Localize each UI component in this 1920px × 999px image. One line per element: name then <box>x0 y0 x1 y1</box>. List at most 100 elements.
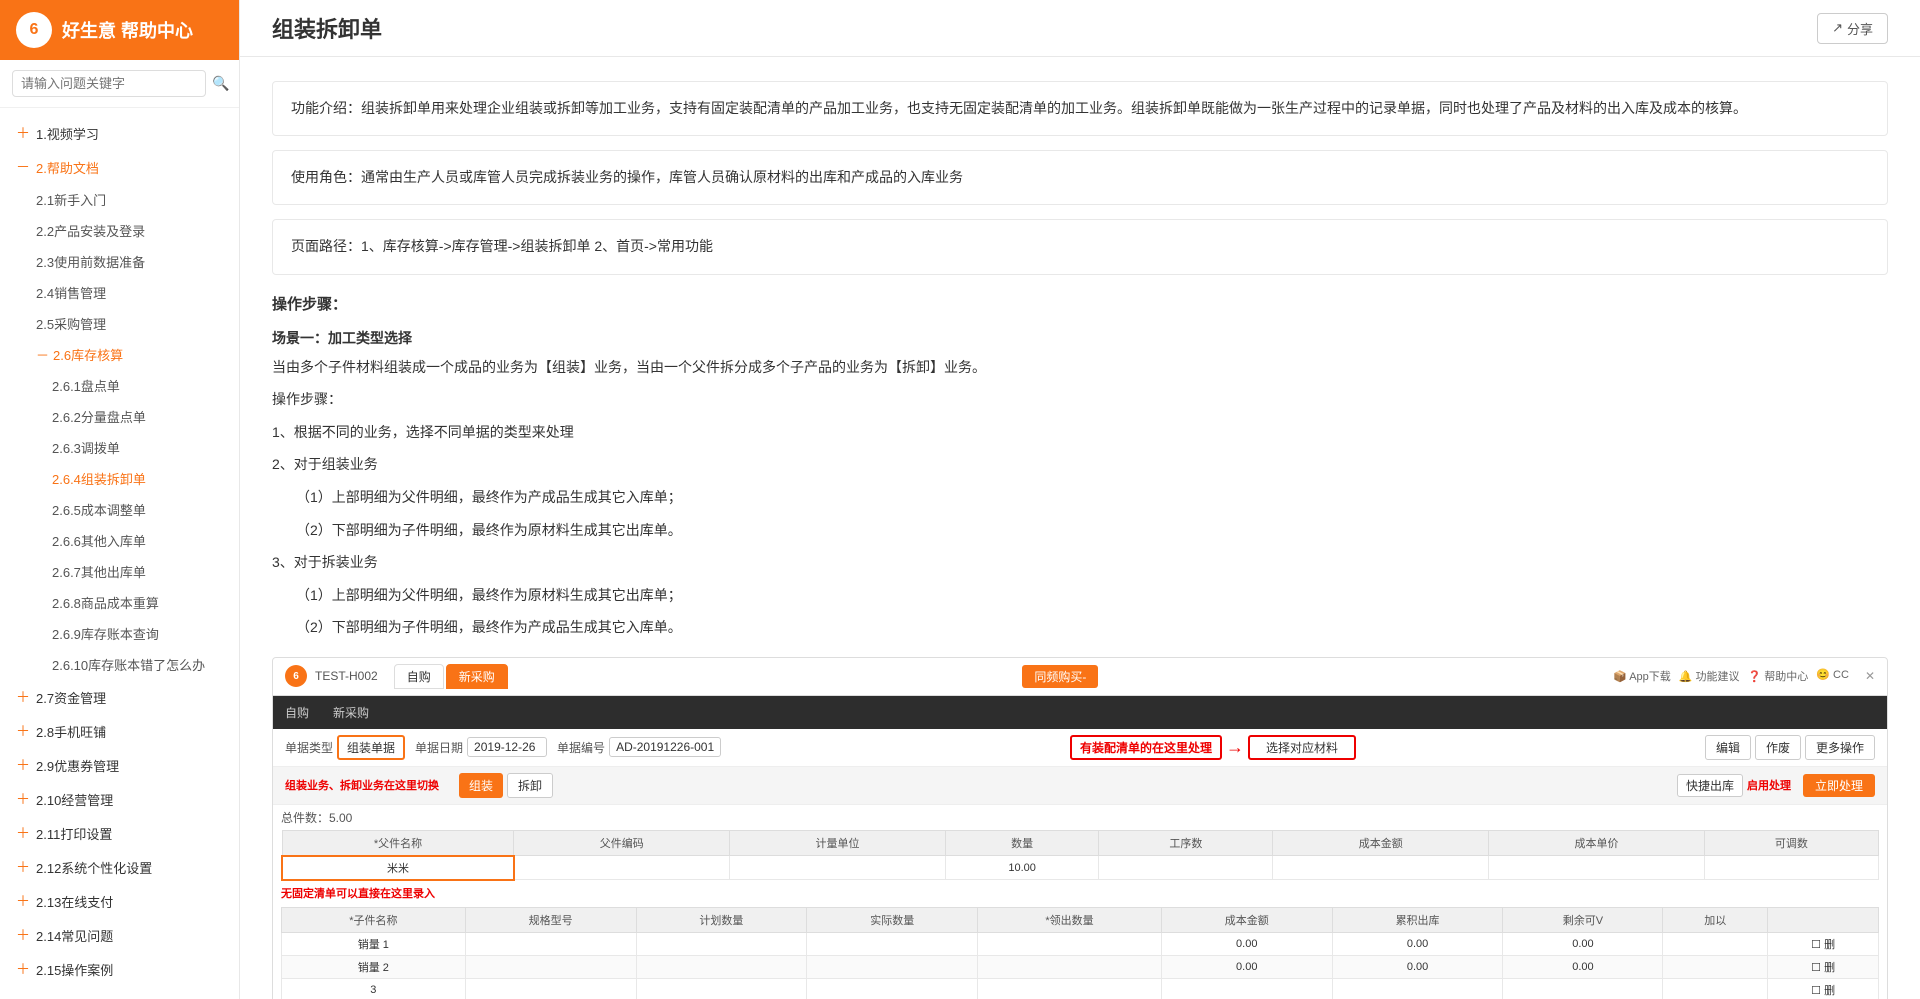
date-label: 单据日期 <box>415 739 463 756</box>
sidebar-item-newbie[interactable]: 2.1新手入门 <box>0 184 239 215</box>
app-nav-new[interactable]: 新采购 <box>321 700 381 725</box>
date-field: 单据日期 2019-12-26 <box>415 737 547 757</box>
step3-2: （2）下部明细为子件明细，最终作为产成品生成其它入库单。 <box>272 614 1888 641</box>
sidebar-item-faq[interactable]: ＋ 2.14常见问题 <box>0 918 239 952</box>
confirm-process-btn[interactable]: 立即处理 <box>1803 774 1875 797</box>
app-tab-autopurchase[interactable]: 自购 <box>394 664 444 689</box>
sidebar-nav: ＋ 1.视频学习 － 2.帮助文档 2.1新手入门 2.2产品安装及登录 2.3… <box>0 108 239 999</box>
plus-icon-mobile: ＋ <box>16 721 30 741</box>
annotation4-area: 无固定清单可以直接在这里录入 <box>273 885 1887 907</box>
sidebar-item-payment[interactable]: ＋ 2.13在线支付 <box>0 884 239 918</box>
sidebar-item-inventory[interactable]: － 2.6库存核算 <box>0 339 239 370</box>
sidebar-item-help[interactable]: － 2.帮助文档 <box>0 150 239 184</box>
lower-cell-2-1: 销量 2 <box>282 955 466 978</box>
edit-btn[interactable]: 编辑 <box>1705 735 1751 760</box>
sidebar-item-sales[interactable]: 2.4销售管理 <box>0 277 239 308</box>
lower-table-row-1: 销量 1 0.00 0.00 0.00 ☐ 删 <box>282 932 1879 955</box>
main-content: 功能介绍：组装拆卸单用来处理企业组装或拆卸等加工业务，支持有固定装配清单的产品加… <box>240 57 1920 999</box>
form-buttons: 编辑 作废 更多操作 <box>1705 735 1875 760</box>
ops-steps-label: 操作步骤： <box>272 386 1888 413</box>
bill-no-field: 单据编号 AD-20191226-001 <box>557 737 721 757</box>
upper-col-7: 成本单价 <box>1489 830 1705 856</box>
type-selector: 组装业务、拆卸业务在这里切换 <box>285 777 439 793</box>
sidebar-item-finance-label: 2.7资金管理 <box>36 688 106 707</box>
share-icon: ↗ <box>1832 20 1843 36</box>
intro-text: 组装拆卸单用来处理企业组装或拆卸等加工业务，支持有固定装配清单的产品加工业务，也… <box>361 100 1747 116</box>
intro-block: 功能介绍：组装拆卸单用来处理企业组装或拆卸等加工业务，支持有固定装配清单的产品加… <box>272 81 1888 136</box>
sidebar-item-cases[interactable]: ＋ 2.15操作案例 <box>0 952 239 986</box>
sidebar-item-goods-cost[interactable]: 2.6.8商品成本重算 <box>0 587 239 618</box>
upper-col-5: 工序数 <box>1099 830 1273 856</box>
sidebar-item-account-error[interactable]: 2.6.10库存账本错了怎么办 <box>0 649 239 680</box>
sidebar-item-adjust[interactable]: 2.6.3调拨单 <box>0 432 239 463</box>
sidebar-item-print[interactable]: ＋ 2.11打印设置 <box>0 816 239 850</box>
lower-col-6: 成本金额 <box>1161 907 1332 932</box>
step2-2: （2）下部明细为子件明细，最终作为原材料生成其它出库单。 <box>272 517 1888 544</box>
app-close-icon[interactable]: ✕ <box>1865 669 1875 683</box>
role-text: 通常由生产人员或库管人员完成拆装业务的操作，库管人员确认原材料的出库和产成品的入… <box>361 169 963 185</box>
bill-type-label: 单据类型 <box>285 739 333 756</box>
sidebar-item-purchase[interactable]: 2.5采购管理 <box>0 308 239 339</box>
disassemble-btn[interactable]: 拆卸 <box>507 773 553 798</box>
bill-type-value[interactable]: 组装单据 <box>337 735 405 760</box>
app-nav-home[interactable]: 自购 <box>273 700 321 725</box>
sidebar-item-personal-label: 2.12系统个性化设置 <box>36 858 152 877</box>
search-input[interactable] <box>12 70 206 97</box>
sidebar-item-install[interactable]: 2.2产品安装及登录 <box>0 215 239 246</box>
bill-no-value[interactable]: AD-20191226-001 <box>609 737 721 757</box>
lower-cell-1-5 <box>978 932 1162 955</box>
lower-table: *子件名称 规格型号 计划数量 实际数量 *领出数量 成本金额 累积出库 剩余可… <box>281 907 1879 999</box>
sidebar-item-personal[interactable]: ＋ 2.12系统个性化设置 <box>0 850 239 884</box>
sidebar-item-partial-count[interactable]: 2.6.2分量盘点单 <box>0 401 239 432</box>
date-value[interactable]: 2019-12-26 <box>467 737 547 757</box>
sidebar-item-other-in[interactable]: 2.6.6其他入库单 <box>0 525 239 556</box>
upper-table-area: 总件数：5.00 *父件名称 父件编码 计量单位 数量 工序数 成本金额 成本单… <box>273 805 1887 885</box>
sidebar-item-cost[interactable]: 2.6.5成本调整单 <box>0 494 239 525</box>
sidebar-item-stock-check[interactable]: 2.6.9库存账本查询 <box>0 618 239 649</box>
sidebar-item-ops[interactable]: ＋ 2.10经营管理 <box>0 782 239 816</box>
upper-table: *父件名称 父件编码 计量单位 数量 工序数 成本金额 成本单价 可调数 <box>281 830 1879 881</box>
logo-icon: 6 <box>16 12 52 48</box>
sidebar-item-video-label: 1.视频学习 <box>36 124 99 143</box>
app-top-bar: 6 TEST-H002 自购 新采购 同频购买- 📦 App下载 🔔 功能建议 … <box>273 658 1887 696</box>
lower-cell-1-7: 0.00 <box>1332 932 1503 955</box>
active-function-btn[interactable]: 同频购买- <box>1022 665 1098 688</box>
sidebar-item-video[interactable]: ＋ 1.视频学习 <box>0 116 239 150</box>
app-logo-small: 6 <box>285 665 307 687</box>
process-type-buttons: 组装 拆卸 <box>459 773 553 798</box>
upper-cell-qty: 10.00 <box>945 856 1098 880</box>
steps-title: 操作步骤： <box>272 293 1888 314</box>
confirm-btn-highlighted[interactable]: 选择对应材料 <box>1248 735 1356 760</box>
sidebar-item-mobile[interactable]: ＋ 2.8手机旺铺 <box>0 714 239 748</box>
scene1-title: 场景一：加工类型选择 <box>272 328 1888 348</box>
share-button[interactable]: ↗ 分享 <box>1817 13 1888 44</box>
search-icon[interactable]: 🔍 <box>212 75 229 92</box>
assemble-btn[interactable]: 组装 <box>459 773 503 798</box>
sidebar-item-stock-count[interactable]: 2.6.1盘点单 <box>0 370 239 401</box>
more-btn[interactable]: 更多操作 <box>1805 735 1875 760</box>
sidebar-item-prepare[interactable]: 2.3使用前数据准备 <box>0 246 239 277</box>
upper-table-row: 米米 10.00 <box>282 856 1879 880</box>
search-input-small[interactable]: 快捷出库 <box>1677 774 1743 797</box>
lower-cell-2-4 <box>807 955 978 978</box>
app-tab-newpurchase[interactable]: 新采购 <box>446 664 508 689</box>
lower-col-1: *子件名称 <box>282 907 466 932</box>
step1: 1、根据不同的业务，选择不同单据的类型来处理 <box>272 419 1888 446</box>
upper-col-4: 数量 <box>945 830 1098 856</box>
intro-label: 功能介绍： <box>291 100 361 116</box>
sidebar-item-other-out[interactable]: 2.6.7其他出库单 <box>0 556 239 587</box>
lower-col-2: 规格型号 <box>465 907 636 932</box>
sidebar-item-finance[interactable]: ＋ 2.7资金管理 <box>0 680 239 714</box>
annotation1-arrow: → <box>1226 737 1244 758</box>
lower-table-row-2: 销量 2 0.00 0.00 0.00 ☐ 删 <box>282 955 1879 978</box>
sidebar-item-coupon[interactable]: ＋ 2.9优惠券管理 <box>0 748 239 782</box>
app-top-bar-id: TEST-H002 <box>315 669 378 683</box>
upper-cell-unit <box>730 856 946 880</box>
plus-icon-personal: ＋ <box>16 857 30 877</box>
sidebar-item-assemble[interactable]: 2.6.4组装拆卸单 <box>0 463 239 494</box>
upper-cell-cost <box>1273 856 1489 880</box>
minus-icon: － <box>16 157 30 177</box>
step2: 2、对于组装业务 <box>272 451 1888 478</box>
lower-col-10 <box>1768 907 1879 932</box>
delete-btn[interactable]: 作废 <box>1755 735 1801 760</box>
